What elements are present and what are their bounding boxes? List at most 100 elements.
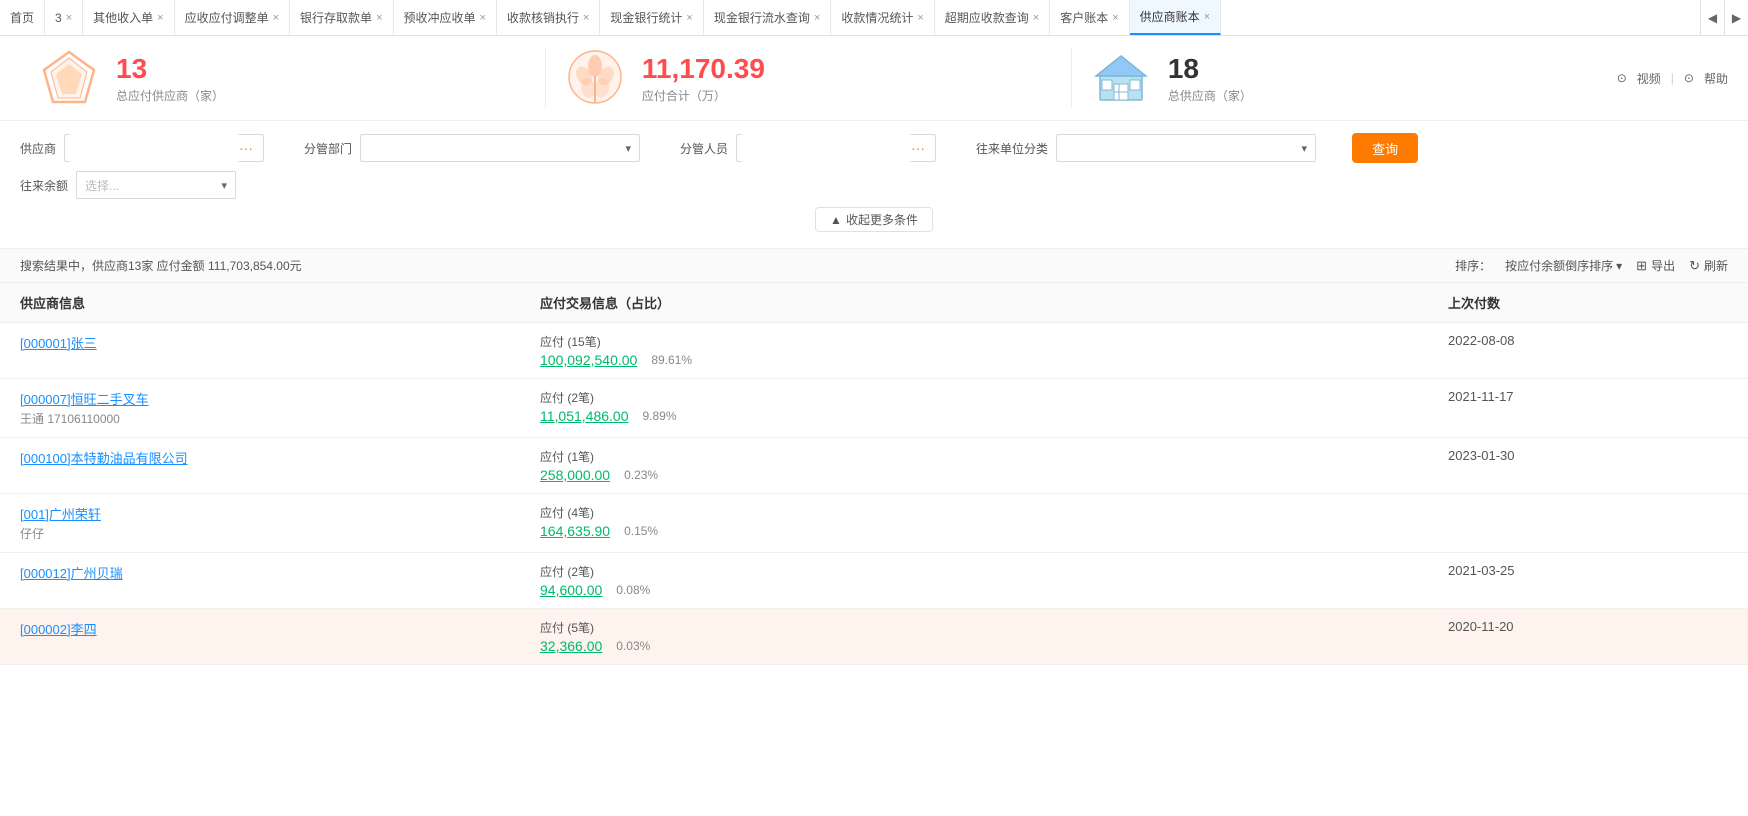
- grain-icon: [566, 48, 626, 108]
- stat-payable-suppliers-value: 13: [116, 52, 224, 86]
- tab-close-btn[interactable]: ×: [376, 12, 382, 24]
- tab-close-btn[interactable]: ×: [1204, 11, 1210, 23]
- payable-amount[interactable]: 11,051,486.00: [540, 408, 629, 424]
- tab-close-btn[interactable]: ×: [583, 12, 589, 24]
- stats-bar: 13 总应付供应商（家） 11,170.39 应付合计（万）: [0, 36, 1748, 121]
- supplier-sub: 仔仔: [20, 525, 540, 542]
- payable-amount[interactable]: 32,366.00: [540, 638, 602, 654]
- nav-tab-customer-ledger[interactable]: 客户账本×: [1050, 0, 1129, 35]
- payable-percent: 9.89%: [643, 409, 677, 423]
- tab-close-btn[interactable]: ×: [814, 12, 820, 24]
- nav-tab-label: 超期应收款查询: [945, 9, 1029, 26]
- last-pay-date: 2023-01-30: [1448, 448, 1515, 463]
- table-row: [000012]广州贝瑞 应付 (2笔) 94,600.00 0.08% 202…: [0, 553, 1748, 609]
- tab-close-btn[interactable]: ×: [157, 12, 163, 24]
- payable-amount[interactable]: 100,092,540.00: [540, 352, 637, 368]
- nav-tab-cash-flow[interactable]: 现金银行流水查询×: [704, 0, 831, 35]
- department-select[interactable]: ▾: [360, 134, 640, 162]
- sort-select[interactable]: 按应付余额倒序排序 ▾: [1505, 257, 1622, 274]
- tab-close-btn[interactable]: ×: [1112, 12, 1118, 24]
- collapse-button[interactable]: ▲ 收起更多条件: [815, 207, 933, 232]
- table-row: [001]广州荣轩 仔仔 应付 (4笔) 164,635.90 0.15%: [0, 494, 1748, 553]
- supplier-input[interactable]: [69, 134, 239, 162]
- supplier-link[interactable]: [000007]恒旺二手叉车: [20, 392, 149, 407]
- nav-tab-ar-ap-adjust[interactable]: 应收应付调整单×: [175, 0, 290, 35]
- tab-close-btn[interactable]: ×: [686, 12, 692, 24]
- nav-tab-cash-stat[interactable]: 现金银行统计 ×: [600, 0, 703, 35]
- supplier-link[interactable]: [000002]李四: [20, 622, 97, 637]
- balance-arrow: ▾: [221, 179, 227, 192]
- collapse-label: 收起更多条件: [846, 211, 918, 228]
- person-label: 分管人员: [680, 140, 728, 157]
- filter-bar: 供应商 ··· 分管部门 ▾ 分管人员 ··· 往来单位分类: [0, 121, 1748, 249]
- help-link[interactable]: 帮助: [1704, 70, 1728, 87]
- payable-cell: 应付 (2笔) 94,600.00 0.08%: [540, 563, 1448, 598]
- nav-tab-payment-verify[interactable]: 收款核销执行×: [497, 0, 600, 35]
- payable-amount[interactable]: 258,000.00: [540, 467, 610, 483]
- balance-select[interactable]: 选择... ▾: [76, 171, 236, 199]
- nav-tab-other-income[interactable]: 其他收入单 ×: [83, 0, 174, 35]
- supplier-link[interactable]: [001]广州荣轩: [20, 507, 101, 522]
- tab-close-btn[interactable]: ×: [66, 12, 72, 24]
- last-pay-date: 2020-11-20: [1448, 619, 1514, 634]
- export-label: 导出: [1651, 257, 1675, 274]
- tab-close-btn[interactable]: ×: [480, 12, 486, 24]
- tab-close-btn[interactable]: ×: [1033, 12, 1039, 24]
- results-bar: 搜索结果中，供应商13家 应付金额 111,703,854.00元 排序： 按应…: [0, 249, 1748, 283]
- payable-amount[interactable]: 94,600.00: [540, 582, 602, 598]
- stat-payable-suppliers-label: 总应付供应商（家）: [116, 87, 224, 104]
- filter-department: 分管部门 ▾: [304, 134, 640, 162]
- payable-count: (2笔): [567, 565, 594, 579]
- nav-tab-label: 3: [55, 11, 62, 25]
- diamond-icon: [40, 48, 100, 108]
- nav-tab-receipt-stat[interactable]: 收款情况统计×: [831, 0, 934, 35]
- person-input[interactable]: [741, 134, 911, 162]
- payable-cell: 应付 (1笔) 258,000.00 0.23%: [540, 448, 1448, 483]
- payable-count: (2笔): [567, 391, 594, 405]
- nav-tab-label: 其他收入单: [93, 9, 153, 26]
- payable-cell: 应付 (15笔) 100,092,540.00 89.61%: [540, 333, 1448, 368]
- tab-close-btn[interactable]: ×: [273, 12, 279, 24]
- sort-arrow: ▾: [1616, 259, 1622, 273]
- supplier-link[interactable]: [000012]广州贝瑞: [20, 566, 123, 581]
- table-row: [000001]张三 应付 (15笔) 100,092,540.00 89.61…: [0, 323, 1748, 379]
- search-button[interactable]: 查询: [1352, 133, 1418, 163]
- supplier-cell: [000007]恒旺二手叉车 王通 17106110000: [20, 389, 540, 427]
- balance-placeholder: 选择...: [85, 177, 119, 194]
- nav-tab-tab3[interactable]: 3×: [45, 0, 83, 35]
- stat-total-suppliers-label: 总供应商（家）: [1168, 87, 1252, 104]
- category-select[interactable]: ▾: [1056, 134, 1316, 162]
- refresh-button[interactable]: ↻ 刷新: [1689, 257, 1728, 274]
- results-summary: 搜索结果中，供应商13家 应付金额 111,703,854.00元: [20, 257, 302, 274]
- filter-balance: 往来余额 选择... ▾: [20, 171, 236, 199]
- stat-total-suppliers: 18 总供应商（家）: [1072, 48, 1597, 108]
- payable-label: 应付 (4笔): [540, 504, 1448, 521]
- stat-payable-amount-content: 11,170.39 应付合计（万）: [642, 52, 765, 105]
- nav-tab-label: 现金银行统计: [610, 9, 682, 26]
- video-link[interactable]: 视频: [1637, 70, 1661, 87]
- payable-count: (15笔): [567, 335, 600, 349]
- nav-tab-bank-deposit[interactable]: 银行存取款单×: [290, 0, 393, 35]
- supplier-link[interactable]: [000100]本特勤油品有限公司: [20, 451, 188, 466]
- nav-tab-pre-receive[interactable]: 预收冲应收单×: [394, 0, 497, 35]
- filter-row-2: 往来余额 选择... ▾: [20, 171, 1728, 199]
- export-button[interactable]: ⊞ 导出: [1636, 257, 1675, 274]
- payable-cell: 应付 (2笔) 11,051,486.00 9.89%: [540, 389, 1448, 424]
- balance-label: 往来余额: [20, 177, 68, 194]
- payable-label: 应付 (5笔): [540, 619, 1448, 636]
- category-label: 往来单位分类: [976, 140, 1048, 157]
- payable-amount[interactable]: 164,635.90: [540, 523, 610, 539]
- nav-tab-home[interactable]: 首页: [0, 0, 45, 35]
- department-arrow: ▾: [626, 142, 632, 155]
- supplier-cell: [001]广州荣轩 仔仔: [20, 504, 540, 542]
- supplier-link[interactable]: [000001]张三: [20, 336, 97, 351]
- supplier-dots[interactable]: ···: [239, 140, 253, 156]
- results-right: 排序： 按应付余额倒序排序 ▾ ⊞ 导出 ↻ 刷新: [1455, 257, 1728, 274]
- nav-next-button[interactable]: ▶: [1724, 0, 1748, 36]
- nav-prev-button[interactable]: ◀: [1700, 0, 1724, 36]
- tab-close-btn[interactable]: ×: [917, 12, 923, 24]
- nav-tab-supplier-ledger[interactable]: 供应商账本×: [1130, 0, 1221, 35]
- help-icon: ⊙: [1684, 71, 1694, 85]
- person-dots[interactable]: ···: [911, 140, 925, 156]
- nav-tab-overdue-ar[interactable]: 超期应收款查询 ×: [935, 0, 1050, 35]
